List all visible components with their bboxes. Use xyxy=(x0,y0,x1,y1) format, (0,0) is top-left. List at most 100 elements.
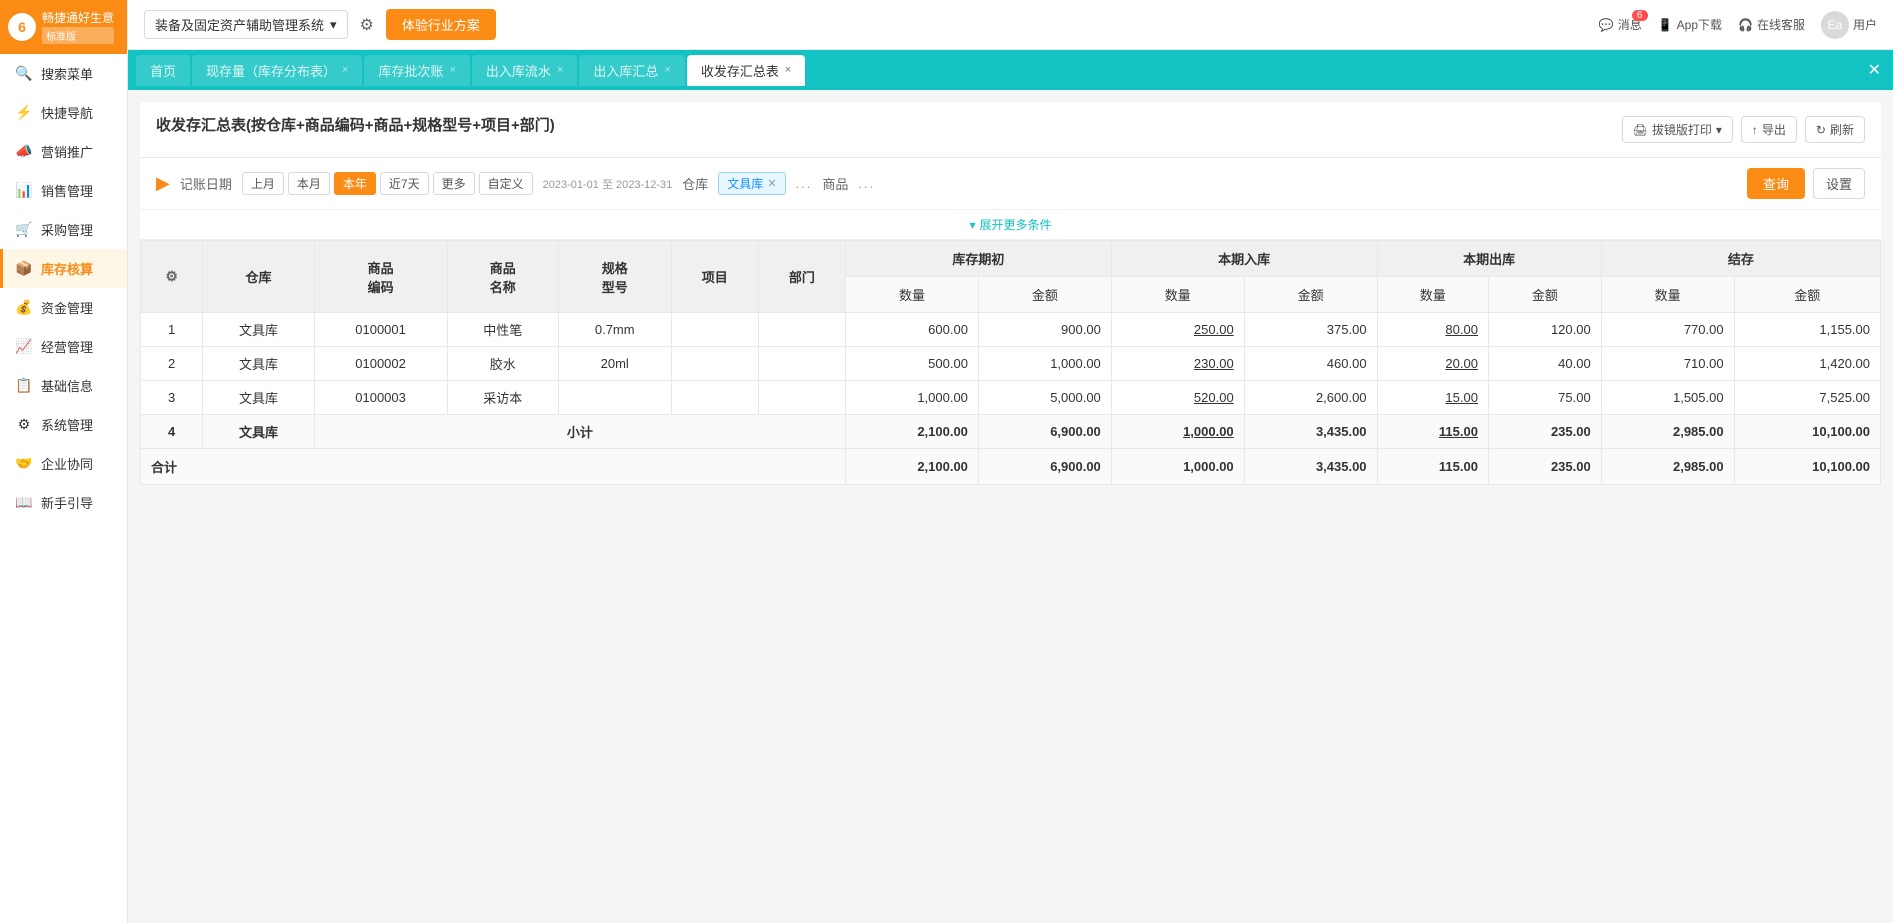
column-settings-icon[interactable]: ⚙ xyxy=(165,268,178,284)
sidebar-icon-9: ⚙ xyxy=(15,416,33,433)
filter-settings-button[interactable]: 设置 xyxy=(1813,168,1865,199)
sidebar-item-3[interactable]: 📊销售管理 xyxy=(0,171,127,210)
tab-close-5[interactable]: × xyxy=(785,64,791,76)
sidebar-item-6[interactable]: 💰资金管理 xyxy=(0,288,127,327)
date-btn-7days[interactable]: 近7天 xyxy=(380,172,429,195)
row-closing-amt-2: 7,525.00 xyxy=(1734,381,1880,415)
sidebar-item-0[interactable]: 🔍搜索菜单 xyxy=(0,54,127,93)
total-closing-amt: 10,100.00 xyxy=(1734,449,1880,485)
goods-more[interactable]: ... xyxy=(858,176,875,191)
export-button[interactable]: ↑ 导出 xyxy=(1741,116,1797,143)
user-item[interactable]: Ea 用户 xyxy=(1821,11,1877,39)
th-closing-amt: 金额 xyxy=(1734,277,1880,313)
row-out-qty-0[interactable]: 80.00 xyxy=(1377,313,1488,347)
tab-5[interactable]: 收发存汇总表 × xyxy=(687,55,805,86)
sidebar-item-1[interactable]: ⚡快捷导航 xyxy=(0,93,127,132)
print-button[interactable]: 🖨 拔镜版打印 ▾ xyxy=(1622,116,1733,143)
date-btn-this-year[interactable]: 本年 xyxy=(334,172,376,195)
sidebar-icon-8: 📋 xyxy=(15,377,33,394)
expand-button[interactable]: ▾ 展开更多条件 xyxy=(969,216,1051,233)
sidebar-item-7[interactable]: 📈经营管理 xyxy=(0,327,127,366)
tab-close-4[interactable]: × xyxy=(664,64,670,76)
filter-bar: ▶ 记账日期 上月 本月 本年 近7天 更多 自定义 2023-01-01 至 … xyxy=(140,158,1881,210)
sidebar-item-5[interactable]: 📦库存核算 xyxy=(0,249,127,288)
filter-toggle-icon[interactable]: ▶ xyxy=(156,173,170,194)
date-btn-more[interactable]: 更多 xyxy=(433,172,475,195)
tab-label-3: 出入库流水 xyxy=(486,61,551,80)
printer-icon: 🖨 xyxy=(1633,123,1648,137)
refresh-label: 刷新 xyxy=(1830,121,1854,138)
row-spec-1: 20ml xyxy=(558,347,671,381)
sidebar-item-10[interactable]: 🤝企业协同 xyxy=(0,444,127,483)
subtotal-in-qty[interactable]: 1,000.00 xyxy=(1111,415,1244,449)
row-out-qty-2[interactable]: 15.00 xyxy=(1377,381,1488,415)
date-btn-this-month[interactable]: 本月 xyxy=(288,172,330,195)
row-out-qty-1[interactable]: 20.00 xyxy=(1377,347,1488,381)
row-opening-qty-0: 600.00 xyxy=(846,313,979,347)
expand-label: 展开更多条件 xyxy=(980,216,1052,233)
sidebar-item-8[interactable]: 📋基础信息 xyxy=(0,366,127,405)
tab-label-1: 现存量（库存分布表） xyxy=(206,61,336,80)
date-buttons: 上月 本月 本年 近7天 更多 自定义 xyxy=(242,172,533,195)
app-download-item[interactable]: 📱 App下载 xyxy=(1658,16,1722,33)
sidebar-logo: 6 畅捷通好生意 标准版 xyxy=(0,0,127,54)
subtotal-out-qty[interactable]: 115.00 xyxy=(1377,415,1488,449)
th-settings[interactable]: ⚙ xyxy=(141,241,203,313)
tab-0[interactable]: 首页 xyxy=(136,55,190,86)
message-icon: 💬 xyxy=(1599,18,1614,32)
sidebar-item-2[interactable]: 📣营销推广 xyxy=(0,132,127,171)
system-name: 装备及固定资产辅助管理系统 xyxy=(155,15,324,34)
row-code-2: 0100003 xyxy=(314,381,447,415)
subtotal-opening-amt: 6,900.00 xyxy=(978,415,1111,449)
date-btn-last-month[interactable]: 上月 xyxy=(242,172,284,195)
query-button[interactable]: 查询 xyxy=(1747,168,1805,199)
sidebar-item-9[interactable]: ⚙系统管理 xyxy=(0,405,127,444)
table-body: 1 文具库 0100001 中性笔 0.7mm 600.00 900.00 25… xyxy=(141,313,1881,449)
table-row: 1 文具库 0100001 中性笔 0.7mm 600.00 900.00 25… xyxy=(141,313,1881,347)
settings-icon[interactable]: ⚙ xyxy=(360,15,374,35)
th-opening: 库存期初 xyxy=(846,241,1112,277)
row-in-qty-2[interactable]: 520.00 xyxy=(1111,381,1244,415)
headset-icon: 🎧 xyxy=(1738,18,1753,32)
total-row: 合计 2,100.00 6,900.00 1,000.00 3,435.00 1… xyxy=(141,449,1881,485)
system-select[interactable]: 装备及固定资产辅助管理系统 ▾ xyxy=(144,10,348,39)
th-warehouse: 仓库 xyxy=(203,241,314,313)
th-opening-qty: 数量 xyxy=(846,277,979,313)
tab-close-1[interactable]: × xyxy=(342,64,348,76)
trial-button[interactable]: 体验行业方案 xyxy=(386,9,496,40)
chevron-down-icon: ▾ xyxy=(1716,123,1722,137)
tab-3[interactable]: 出入库流水 × xyxy=(472,55,577,86)
th-out-amt: 金额 xyxy=(1488,277,1601,313)
sidebar-item-11[interactable]: 📖新手引导 xyxy=(0,483,127,522)
th-dept: 部门 xyxy=(758,241,845,313)
warehouse-more[interactable]: ... xyxy=(796,176,813,191)
warehouse-tag[interactable]: 文具库 ✕ xyxy=(718,172,785,195)
sidebar-item-4[interactable]: 🛒采购管理 xyxy=(0,210,127,249)
row-in-qty-0[interactable]: 250.00 xyxy=(1111,313,1244,347)
row-warehouse-2: 文具库 xyxy=(203,381,314,415)
tab-2[interactable]: 库存批次账 × xyxy=(364,55,469,86)
row-spec-0: 0.7mm xyxy=(558,313,671,347)
row-dept-1 xyxy=(758,347,845,381)
subtotal-no: 4 xyxy=(141,415,203,449)
sidebar-icon-3: 📊 xyxy=(15,182,33,199)
tab-close-2[interactable]: × xyxy=(449,64,455,76)
row-no-1: 2 xyxy=(141,347,203,381)
warehouse-tag-close[interactable]: ✕ xyxy=(767,177,776,190)
refresh-button[interactable]: ↻ 刷新 xyxy=(1805,116,1865,143)
row-opening-qty-1: 500.00 xyxy=(846,347,979,381)
tab-close-3[interactable]: × xyxy=(557,64,563,76)
row-in-qty-1[interactable]: 230.00 xyxy=(1111,347,1244,381)
tab-1[interactable]: 现存量（库存分布表） × xyxy=(192,55,362,86)
tabbar-close-icon[interactable]: ✕ xyxy=(1868,60,1881,80)
row-in-amt-1: 460.00 xyxy=(1244,347,1377,381)
date-btn-custom[interactable]: 自定义 xyxy=(479,172,533,195)
data-table: ⚙ 仓库 商品编码 商品名称 规格型号 项目 部门 库存期初 本期入库 本期出库… xyxy=(140,240,1881,485)
online-service-item[interactable]: 🎧 在线客服 xyxy=(1738,16,1805,33)
warehouse-label: 仓库 xyxy=(682,174,708,193)
row-project-2 xyxy=(671,381,758,415)
sidebar-label-11: 新手引导 xyxy=(41,493,93,512)
tab-4[interactable]: 出入库汇总 × xyxy=(579,55,684,86)
messages-item[interactable]: 💬 消息 6 xyxy=(1599,16,1642,33)
row-warehouse-1: 文具库 xyxy=(203,347,314,381)
